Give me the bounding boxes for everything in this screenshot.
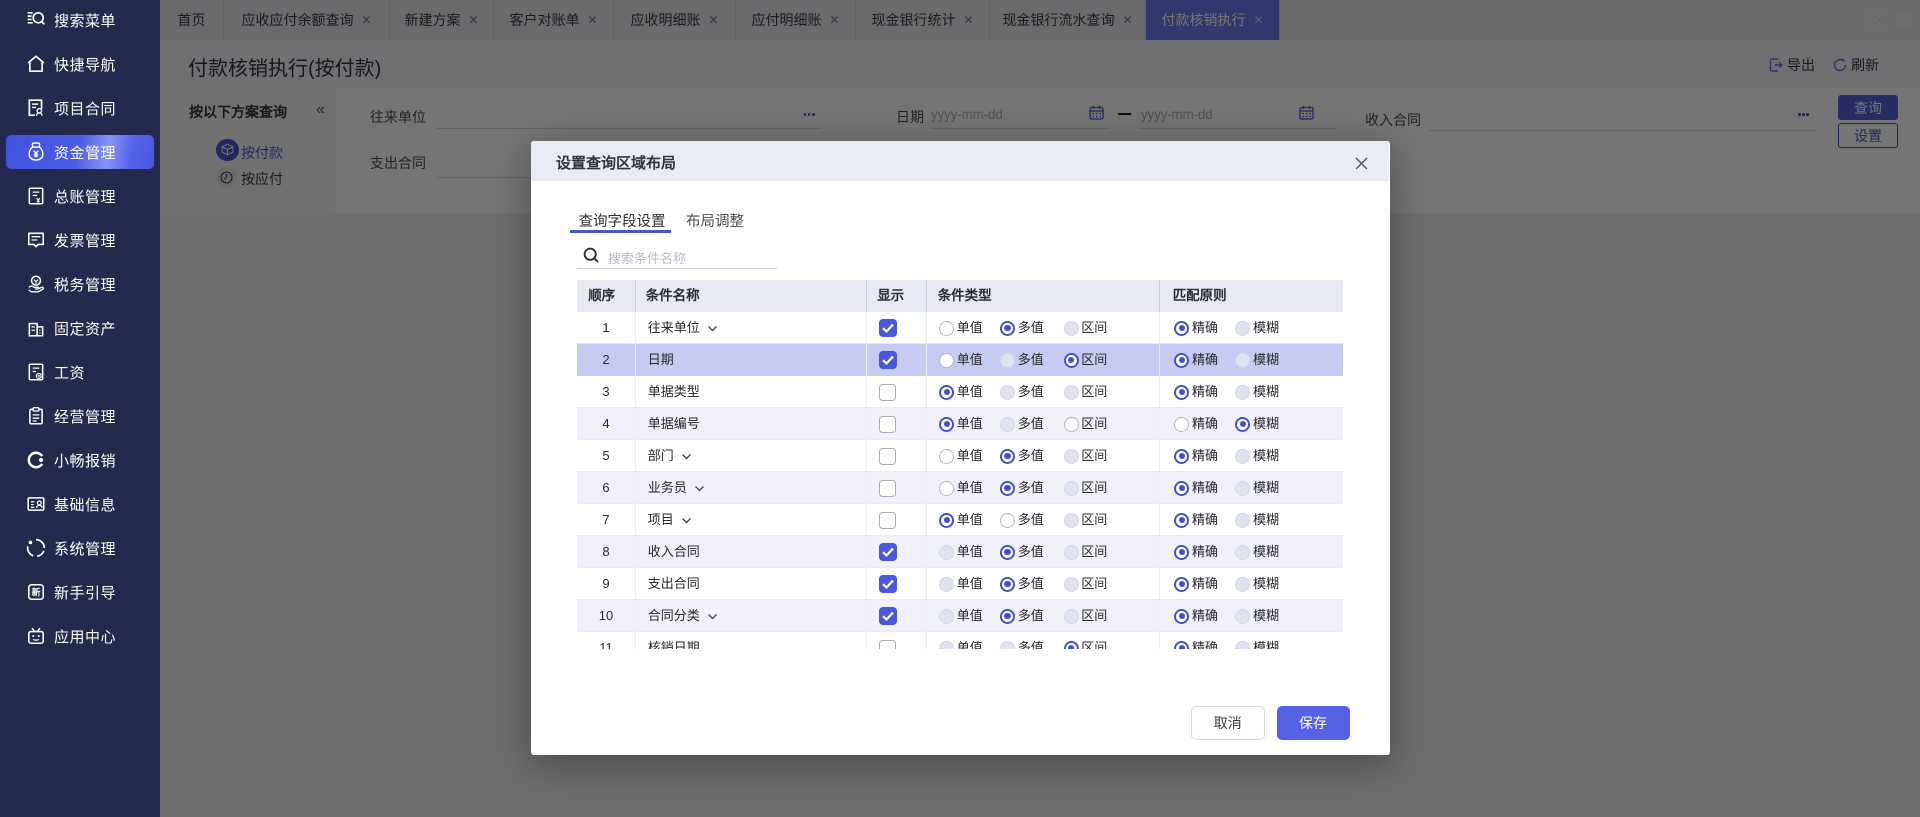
svg-text:新: 新 xyxy=(32,587,41,598)
